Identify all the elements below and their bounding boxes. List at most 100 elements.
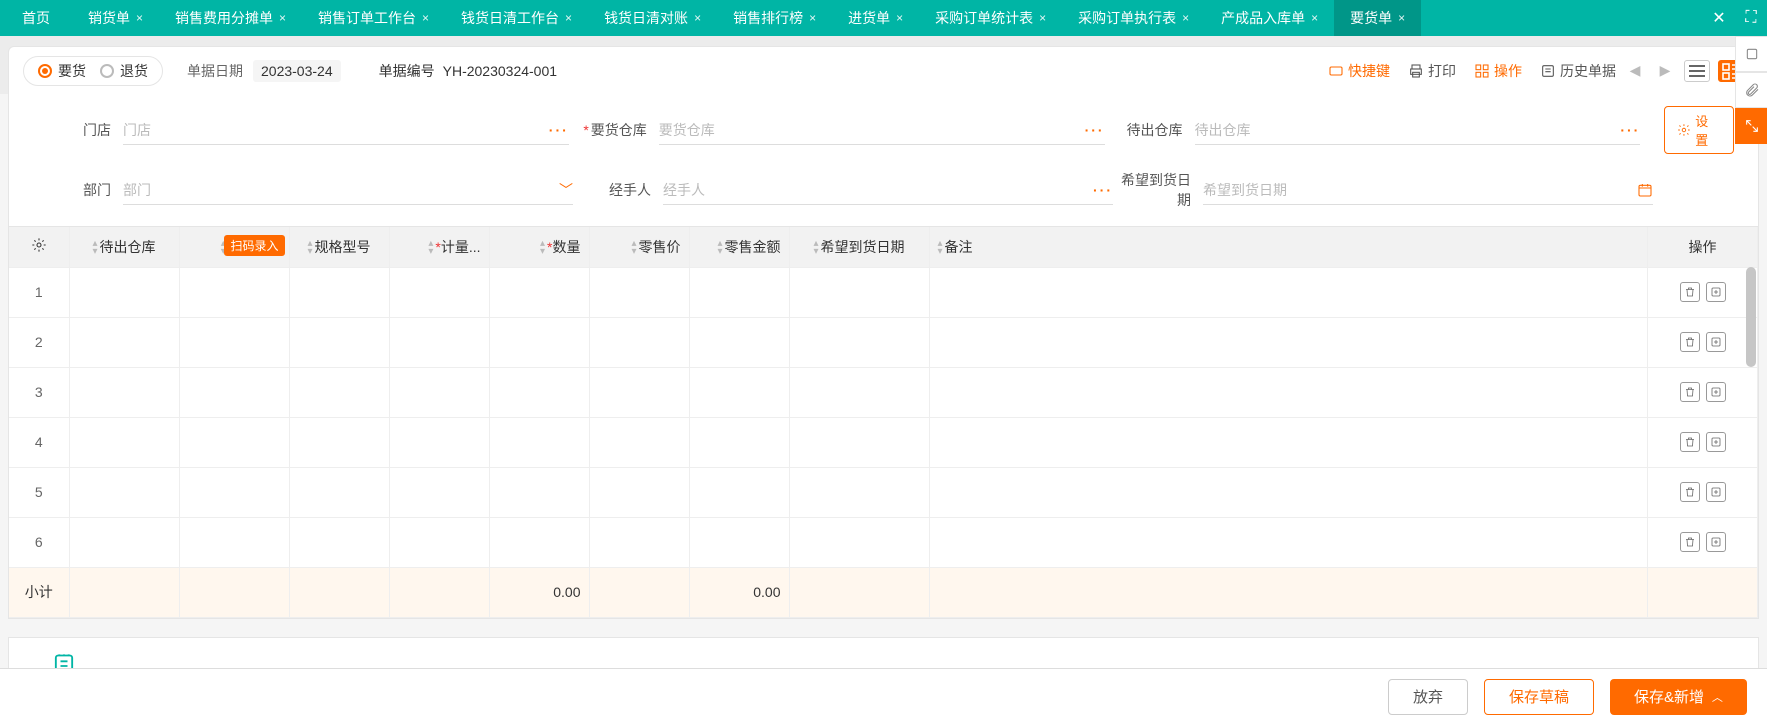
add-row-icon[interactable] bbox=[1706, 532, 1726, 552]
more-icon[interactable]: ··· bbox=[1085, 122, 1105, 138]
add-row-icon[interactable] bbox=[1706, 382, 1726, 402]
col-spec[interactable]: ▴▾规格型号 bbox=[289, 227, 389, 267]
tab-item-8[interactable]: 采购订单执行表× bbox=[1062, 0, 1205, 36]
close-all-tabs-icon[interactable]: ✕ bbox=[1703, 0, 1735, 36]
tab-item-9[interactable]: 产成品入库单× bbox=[1205, 0, 1334, 36]
out-wh-input[interactable]: 待出仓库··· bbox=[1195, 115, 1641, 145]
print-button[interactable]: 打印 bbox=[1408, 61, 1456, 81]
add-row-icon[interactable] bbox=[1706, 432, 1726, 452]
delete-row-icon[interactable] bbox=[1680, 482, 1700, 502]
dept-input[interactable]: 部门﹀ bbox=[123, 175, 573, 205]
document-toolbar: 要货 退货 单据日期 2023-03-24 单据编号YH-20230324-00… bbox=[8, 46, 1759, 94]
table-header-row: ▴▾待出仓库 ▴▾*商扫码录入 ▴▾规格型号 ▴▾*计量... ▴▾*数量 ▴▾… bbox=[9, 227, 1758, 267]
req-wh-input[interactable]: 要货仓库··· bbox=[659, 115, 1105, 145]
tab-item-2[interactable]: 销售订单工作台× bbox=[302, 0, 445, 36]
view-list-icon[interactable] bbox=[1684, 60, 1710, 82]
rail-widget-icon[interactable] bbox=[1735, 36, 1767, 72]
close-icon[interactable]: × bbox=[1311, 11, 1318, 25]
col-qty[interactable]: ▴▾*数量 bbox=[489, 227, 589, 267]
tab-item-6[interactable]: 进货单× bbox=[832, 0, 919, 36]
col-price[interactable]: ▴▾零售价 bbox=[589, 227, 689, 267]
table-row[interactable]: 5 bbox=[9, 467, 1758, 517]
more-icon[interactable]: ··· bbox=[1620, 122, 1640, 138]
col-note[interactable]: ▴▾备注 bbox=[929, 227, 1648, 267]
save-and-new-button[interactable]: 保存&新增〈 bbox=[1610, 679, 1747, 715]
handler-label: 经手人 bbox=[573, 180, 663, 200]
tab-item-5[interactable]: 销售排行榜× bbox=[717, 0, 832, 36]
radio-return[interactable]: 退货 bbox=[100, 61, 148, 81]
rail-expand-icon[interactable] bbox=[1735, 108, 1767, 144]
tab-home-label: 首页 bbox=[22, 8, 50, 28]
subtotal-row: 小计 0.00 0.00 bbox=[9, 567, 1758, 617]
add-row-icon[interactable] bbox=[1706, 282, 1726, 302]
close-icon[interactable]: × bbox=[1398, 11, 1405, 25]
settings-button[interactable]: 设置 bbox=[1664, 106, 1734, 154]
close-icon[interactable]: × bbox=[565, 11, 572, 25]
col-eta[interactable]: ▴▾希望到货日期 bbox=[789, 227, 929, 267]
row-index: 3 bbox=[9, 367, 69, 417]
prev-doc-icon[interactable]: ◀ bbox=[1624, 60, 1646, 82]
calendar-icon[interactable] bbox=[1637, 182, 1653, 198]
operate-button[interactable]: 操作 bbox=[1474, 61, 1522, 81]
add-row-icon[interactable] bbox=[1706, 332, 1726, 352]
col-amount[interactable]: ▴▾零售金额 bbox=[689, 227, 789, 267]
delete-row-icon[interactable] bbox=[1680, 382, 1700, 402]
footer-bar: 放弃 保存草稿 保存&新增〈 bbox=[0, 668, 1767, 724]
col-settings[interactable] bbox=[9, 227, 69, 267]
close-icon[interactable]: × bbox=[1039, 11, 1046, 25]
save-draft-button[interactable]: 保存草稿 bbox=[1484, 679, 1594, 715]
tab-item-1[interactable]: 销售费用分摊单× bbox=[159, 0, 302, 36]
more-icon[interactable]: ··· bbox=[1093, 182, 1113, 198]
row-index: 5 bbox=[9, 467, 69, 517]
close-icon[interactable]: × bbox=[809, 11, 816, 25]
tab-item-3[interactable]: 钱货日清工作台× bbox=[445, 0, 588, 36]
more-icon[interactable]: ··· bbox=[549, 122, 569, 138]
row-index: 2 bbox=[9, 317, 69, 367]
close-icon[interactable]: × bbox=[1182, 11, 1189, 25]
eta-input[interactable]: 希望到货日期 bbox=[1203, 175, 1653, 205]
rail-attachment-icon[interactable] bbox=[1735, 72, 1767, 108]
col-out-warehouse[interactable]: ▴▾待出仓库 bbox=[69, 227, 179, 267]
tab-item-4[interactable]: 钱货日清对账× bbox=[588, 0, 717, 36]
tab-item-10[interactable]: 要货单× bbox=[1334, 0, 1421, 36]
radio-request[interactable]: 要货 bbox=[38, 61, 86, 81]
handler-input[interactable]: 经手人··· bbox=[663, 175, 1113, 205]
chevron-down-icon: ﹀ bbox=[559, 180, 573, 200]
table-row[interactable]: 3 bbox=[9, 367, 1758, 417]
delete-row-icon[interactable] bbox=[1680, 332, 1700, 352]
delete-row-icon[interactable] bbox=[1680, 432, 1700, 452]
store-input[interactable]: 门店··· bbox=[123, 115, 569, 145]
table-row[interactable]: 2 bbox=[9, 317, 1758, 367]
table-row[interactable]: 1 bbox=[9, 267, 1758, 317]
scan-badge[interactable]: 扫码录入 bbox=[224, 235, 284, 256]
delete-row-icon[interactable] bbox=[1680, 282, 1700, 302]
close-icon[interactable]: × bbox=[694, 11, 701, 25]
doc-number: 单据编号YH-20230324-001 bbox=[371, 61, 557, 81]
tab-home[interactable]: 首页 bbox=[0, 0, 72, 36]
subtotal-label: 小计 bbox=[9, 567, 69, 617]
right-rail bbox=[1735, 36, 1767, 144]
fullscreen-icon[interactable]: ⛶ bbox=[1735, 0, 1767, 36]
close-icon[interactable]: × bbox=[136, 11, 143, 25]
out-wh-label: 待出仓库 bbox=[1105, 120, 1195, 140]
tab-item-0[interactable]: 销货单× bbox=[72, 0, 159, 36]
table-row[interactable]: 6 bbox=[9, 517, 1758, 567]
dept-label: 部门 bbox=[33, 180, 123, 200]
close-icon[interactable]: × bbox=[279, 11, 286, 25]
discard-button[interactable]: 放弃 bbox=[1388, 679, 1468, 715]
row-index: 6 bbox=[9, 517, 69, 567]
vertical-scrollbar[interactable] bbox=[1746, 267, 1756, 527]
col-product[interactable]: ▴▾*商扫码录入 bbox=[179, 227, 289, 267]
table-row[interactable]: 4 bbox=[9, 417, 1758, 467]
history-button[interactable]: 历史单据 bbox=[1540, 61, 1616, 81]
add-row-icon[interactable] bbox=[1706, 482, 1726, 502]
shortcut-button[interactable]: 快捷键 bbox=[1328, 61, 1390, 81]
close-icon[interactable]: × bbox=[896, 11, 903, 25]
close-icon[interactable]: × bbox=[422, 11, 429, 25]
col-unit[interactable]: ▴▾*计量... bbox=[389, 227, 489, 267]
date-value[interactable]: 2023-03-24 bbox=[253, 60, 341, 82]
doc-type-radio-group: 要货 退货 bbox=[23, 56, 163, 86]
delete-row-icon[interactable] bbox=[1680, 532, 1700, 552]
next-doc-icon[interactable]: ▶ bbox=[1654, 60, 1676, 82]
tab-item-7[interactable]: 采购订单统计表× bbox=[919, 0, 1062, 36]
